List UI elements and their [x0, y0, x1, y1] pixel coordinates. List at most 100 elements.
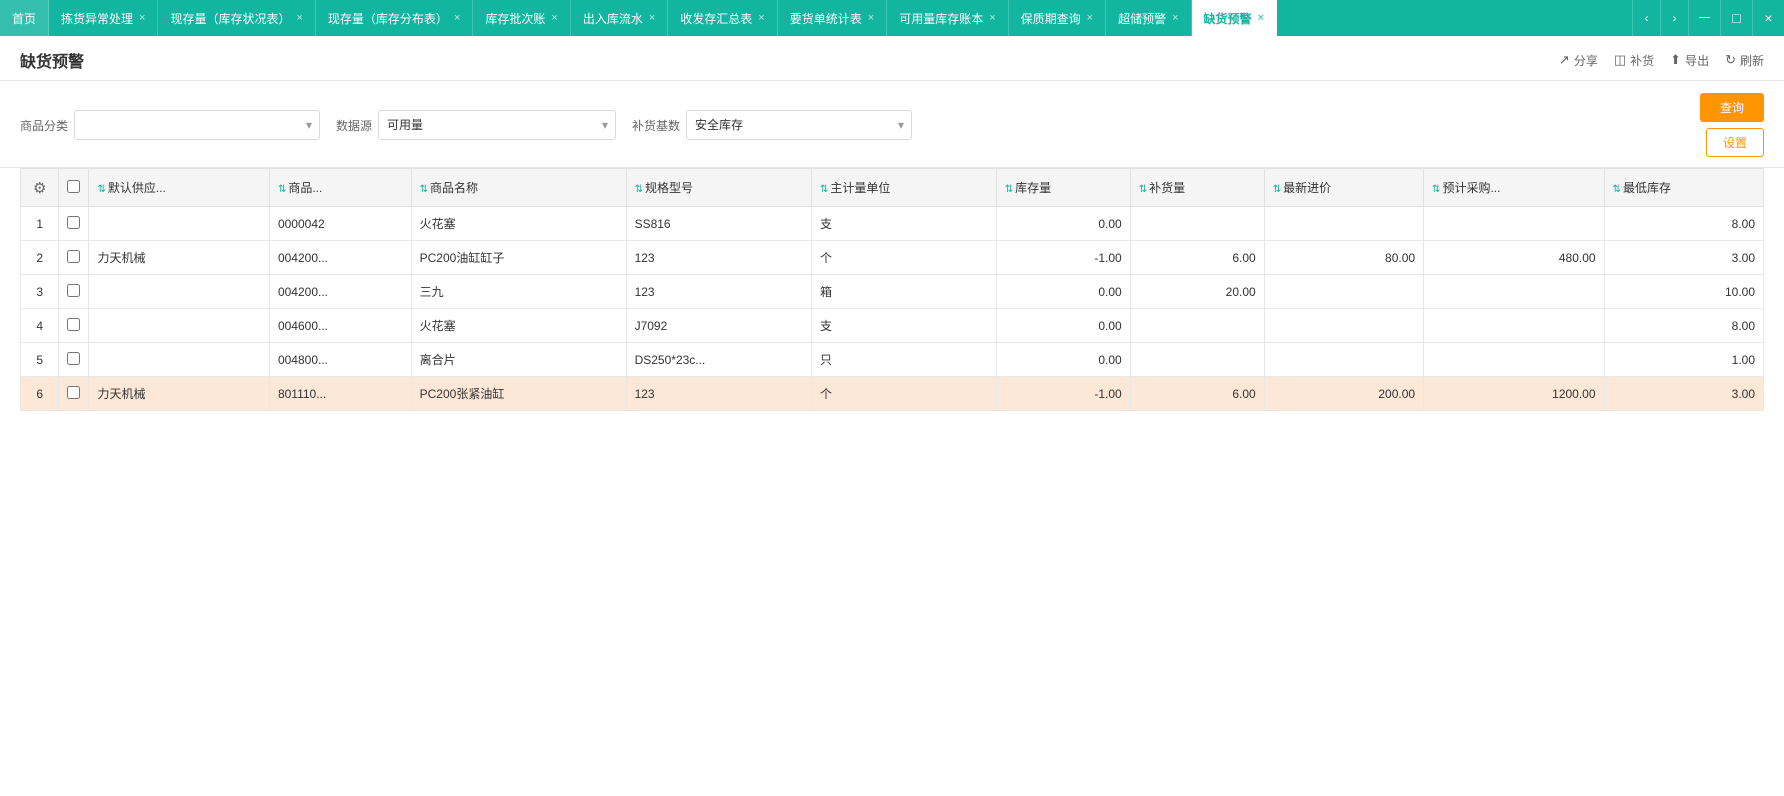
row-restock-qty-4: [1130, 309, 1264, 343]
row-latest-price-3: [1264, 275, 1423, 309]
select-all-checkbox[interactable]: [67, 180, 80, 193]
row-checkbox-1[interactable]: [67, 216, 80, 229]
datasource-select-wrapper: 可用量 库存量 ▾: [378, 110, 616, 140]
data-table: ⚙ ⇅默认供应... ⇅商品... ⇅商品名称 ⇅规格型号: [20, 168, 1764, 411]
query-button[interactable]: 查询: [1700, 93, 1764, 122]
product-name-sort-icon: ⇅: [420, 184, 428, 195]
export-btn[interactable]: ⬆ 导出: [1670, 52, 1709, 69]
restock-base-select[interactable]: 安全库存 最低库存: [686, 110, 912, 140]
nav-tab-available-ledger[interactable]: 可用量库存账本 ×: [887, 0, 1008, 36]
row-min-stock-1: 8.00: [1604, 207, 1763, 241]
nav-tab-label: 可用量库存账本: [899, 10, 983, 27]
table-row: 5 004800... 离合片 DS250*23c... 只 0.00 1.00: [21, 343, 1764, 377]
nav-tab-overstock-warning[interactable]: 超储预警 ×: [1106, 0, 1191, 36]
datasource-select[interactable]: 可用量 库存量: [378, 110, 616, 140]
row-est-purchase-3: [1424, 275, 1605, 309]
nav-tab-inout-flow[interactable]: 出入库流水×: [571, 0, 668, 36]
row-restock-qty-1: [1130, 207, 1264, 241]
nav-tab-recv-summary[interactable]: 收发存汇总表×: [668, 0, 777, 36]
restock-base-label: 补货基数: [632, 117, 680, 134]
row-num-3: 3: [21, 275, 59, 309]
restock-btn[interactable]: ◫ 补货: [1614, 52, 1654, 69]
nav-tab-stock-dist[interactable]: 现存量（库存分布表） ×: [316, 0, 473, 36]
nav-tab-close-order-stats[interactable]: ×: [868, 12, 874, 24]
row-checkbox-5[interactable]: [67, 352, 80, 365]
table-row: 3 004200... 三九 123 箱 0.00 20.00 10.00: [21, 275, 1764, 309]
row-unit-2: 个: [811, 241, 996, 275]
row-spec-3: 123: [626, 275, 811, 309]
row-est-purchase-4: [1424, 309, 1605, 343]
nav-tab-shortage-warning[interactable]: 缺货预警×: [1192, 0, 1277, 36]
header-actions: ↗ 分享 ◫ 补货 ⬆ 导出 ↻ 刷新: [1559, 52, 1764, 69]
row-latest-price-5: [1264, 343, 1423, 377]
est-purchase-column-header[interactable]: ⇅预计采购...: [1424, 169, 1605, 207]
restock-icon: ◫: [1614, 52, 1626, 68]
unit-column-header[interactable]: ⇅主计量单位: [811, 169, 996, 207]
share-icon: ↗: [1559, 52, 1570, 68]
nav-tab-order-stats[interactable]: 要货单统计表 ×: [778, 0, 887, 36]
row-checkbox-4[interactable]: [67, 318, 80, 331]
scroll-left-btn[interactable]: ‹: [1632, 0, 1660, 36]
minimize-btn[interactable]: －: [1688, 0, 1720, 36]
row-est-purchase-1: [1424, 207, 1605, 241]
nav-tab-close-abnormal[interactable]: ×: [139, 12, 145, 24]
nav-tab-label: 库存批次账: [485, 10, 545, 27]
supplier-column-header[interactable]: ⇅默认供应...: [89, 169, 270, 207]
close-btn[interactable]: ×: [1752, 0, 1784, 36]
row-supplier-2: 力天机械: [89, 241, 270, 275]
latest-price-column-header[interactable]: ⇅最新进价: [1264, 169, 1423, 207]
maximize-btn[interactable]: □: [1720, 0, 1752, 36]
min-stock-column-header[interactable]: ⇅最低库存: [1604, 169, 1763, 207]
row-checkbox-cell-1: [59, 207, 89, 241]
nav-tab-label: 保质期查询: [1021, 10, 1081, 27]
nav-tab-close-batch-account[interactable]: ×: [551, 12, 557, 24]
refresh-icon: ↻: [1725, 52, 1736, 68]
nav-tab-label: 超储预警: [1118, 10, 1166, 27]
row-min-stock-5: 1.00: [1604, 343, 1763, 377]
nav-tab-abnormal[interactable]: 拣货异常处理×: [49, 0, 158, 36]
row-product-name-6: PC200张紧油缸: [411, 377, 626, 411]
nav-tab-close-available-ledger[interactable]: ×: [989, 12, 995, 24]
nav-tab-home[interactable]: 首页: [0, 0, 49, 36]
nav-tab-expiry-query[interactable]: 保质期查询 ×: [1009, 0, 1106, 36]
row-checkbox-6[interactable]: [67, 386, 80, 399]
stock-column-header[interactable]: ⇅库存量: [996, 169, 1130, 207]
filter-area: 商品分类 ▾ 数据源 可用量 库存量 ▾ 补货基数: [0, 81, 1784, 168]
share-btn[interactable]: ↗ 分享: [1559, 52, 1598, 69]
row-stock-6: -1.00: [996, 377, 1130, 411]
min-stock-sort-icon: ⇅: [1613, 184, 1621, 195]
refresh-btn[interactable]: ↻ 刷新: [1725, 52, 1764, 69]
nav-tab-label: 首页: [12, 10, 36, 27]
spec-column-header[interactable]: ⇅规格型号: [626, 169, 811, 207]
settings-button[interactable]: 设置: [1706, 128, 1764, 157]
restock-qty-column-header[interactable]: ⇅补货量: [1130, 169, 1264, 207]
category-select[interactable]: [74, 110, 320, 140]
nav-tab-close-stock-status[interactable]: ×: [296, 12, 302, 24]
row-supplier-3: [89, 275, 270, 309]
product-name-column-header[interactable]: ⇅商品名称: [411, 169, 626, 207]
nav-arrows: ‹ › － □ ×: [1632, 0, 1784, 36]
nav-tab-close-overstock-warning[interactable]: ×: [1172, 12, 1178, 24]
nav-tab-close-stock-dist[interactable]: ×: [454, 12, 460, 24]
row-checkbox-cell-6: [59, 377, 89, 411]
row-product-code-4: 004600...: [269, 309, 411, 343]
page-title: 缺货预警: [20, 48, 84, 72]
row-checkbox-3[interactable]: [67, 284, 80, 297]
row-est-purchase-2: 480.00: [1424, 241, 1605, 275]
nav-tab-label: 要货单统计表: [790, 10, 862, 27]
nav-tab-label: 现存量（库存分布表）: [328, 10, 448, 27]
row-spec-4: J7092: [626, 309, 811, 343]
scroll-right-btn[interactable]: ›: [1660, 0, 1688, 36]
column-settings-btn[interactable]: ⚙: [29, 179, 50, 197]
row-checkbox-2[interactable]: [67, 250, 80, 263]
row-restock-qty-3: 20.00: [1130, 275, 1264, 309]
main-content: 缺货预警 ↗ 分享 ◫ 补货 ⬆ 导出 ↻ 刷新 商品分类: [0, 36, 1784, 796]
nav-tab-close-inout-flow[interactable]: ×: [649, 12, 655, 24]
row-num-4: 4: [21, 309, 59, 343]
nav-tab-batch-account[interactable]: 库存批次账 ×: [473, 0, 570, 36]
product-code-column-header[interactable]: ⇅商品...: [269, 169, 411, 207]
nav-tab-close-shortage-warning[interactable]: ×: [1258, 12, 1264, 24]
nav-tab-close-expiry-query[interactable]: ×: [1087, 12, 1093, 24]
nav-tab-close-recv-summary[interactable]: ×: [758, 12, 764, 24]
nav-tab-stock-status[interactable]: 现存量（库存状况表）×: [158, 0, 315, 36]
